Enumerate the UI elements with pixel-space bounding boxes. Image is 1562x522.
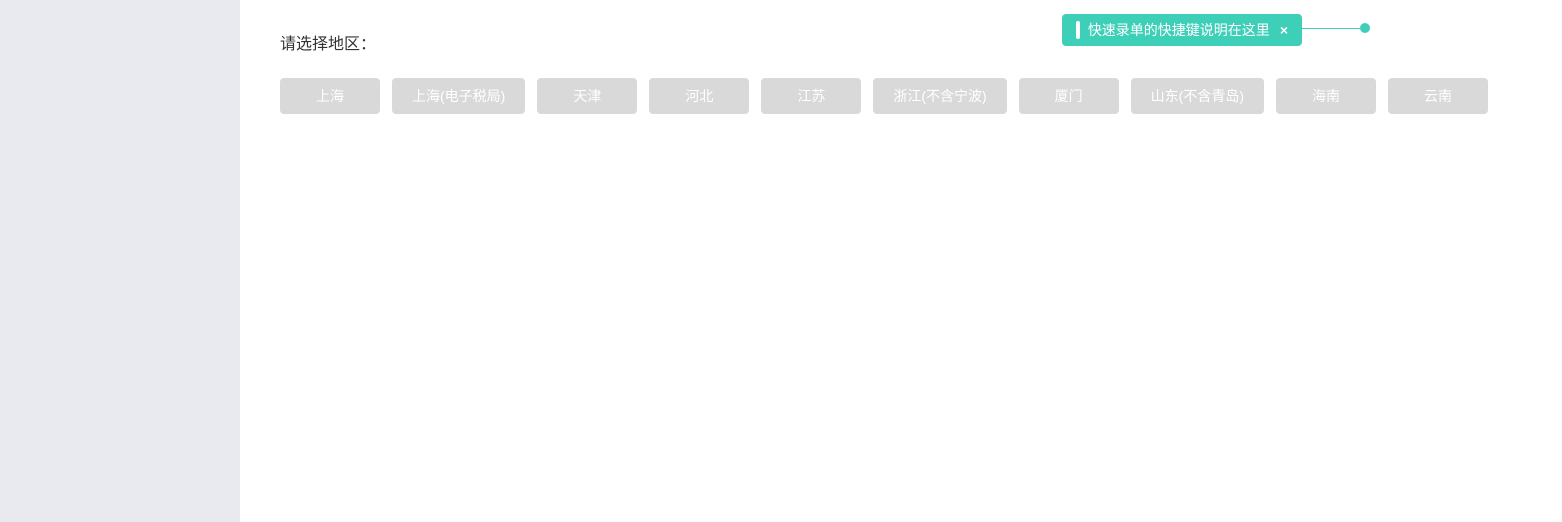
region-btn-jiangsu[interactable]: 江苏	[761, 78, 861, 114]
connector-line	[1300, 28, 1360, 29]
region-btn-shandong[interactable]: 山东(不含青岛)	[1131, 78, 1264, 114]
sidebar	[0, 0, 240, 522]
region-buttons-container: 上海上海(电子税局) 天津河北江苏浙江(不含宁波) 厦门山东(不含青岛) 海南云南	[280, 78, 1522, 114]
page-title: 请选择地区：	[280, 30, 1522, 54]
region-btn-hainan[interactable]: 海南	[1276, 78, 1376, 114]
close-icon[interactable]: ×	[1280, 22, 1288, 38]
tooltip-accent	[1076, 21, 1080, 39]
dot-indicator	[1360, 23, 1370, 33]
region-btn-shanghai-etax[interactable]: 上海(电子税局)	[392, 78, 525, 114]
region-btn-zhejiang[interactable]: 浙江(不含宁波)	[873, 78, 1006, 114]
main-content: 请选择地区： 上海上海(电子税局) 天津河北江苏浙江(不含宁波) 厦门山东(不含青岛…	[240, 0, 1562, 522]
tooltip-bar: 快速录单的快捷键说明在这里 ×	[1062, 14, 1302, 46]
region-btn-yunnan[interactable]: 云南	[1388, 78, 1488, 114]
region-btn-shanghai[interactable]: 上海	[280, 78, 380, 114]
region-btn-xiamen[interactable]: 厦门	[1019, 78, 1119, 114]
tooltip-text: 快速录单的快捷键说明在这里	[1088, 20, 1270, 40]
region-btn-hebei[interactable]: 河北	[649, 78, 749, 114]
region-btn-tianjin[interactable]: 天津	[537, 78, 637, 114]
